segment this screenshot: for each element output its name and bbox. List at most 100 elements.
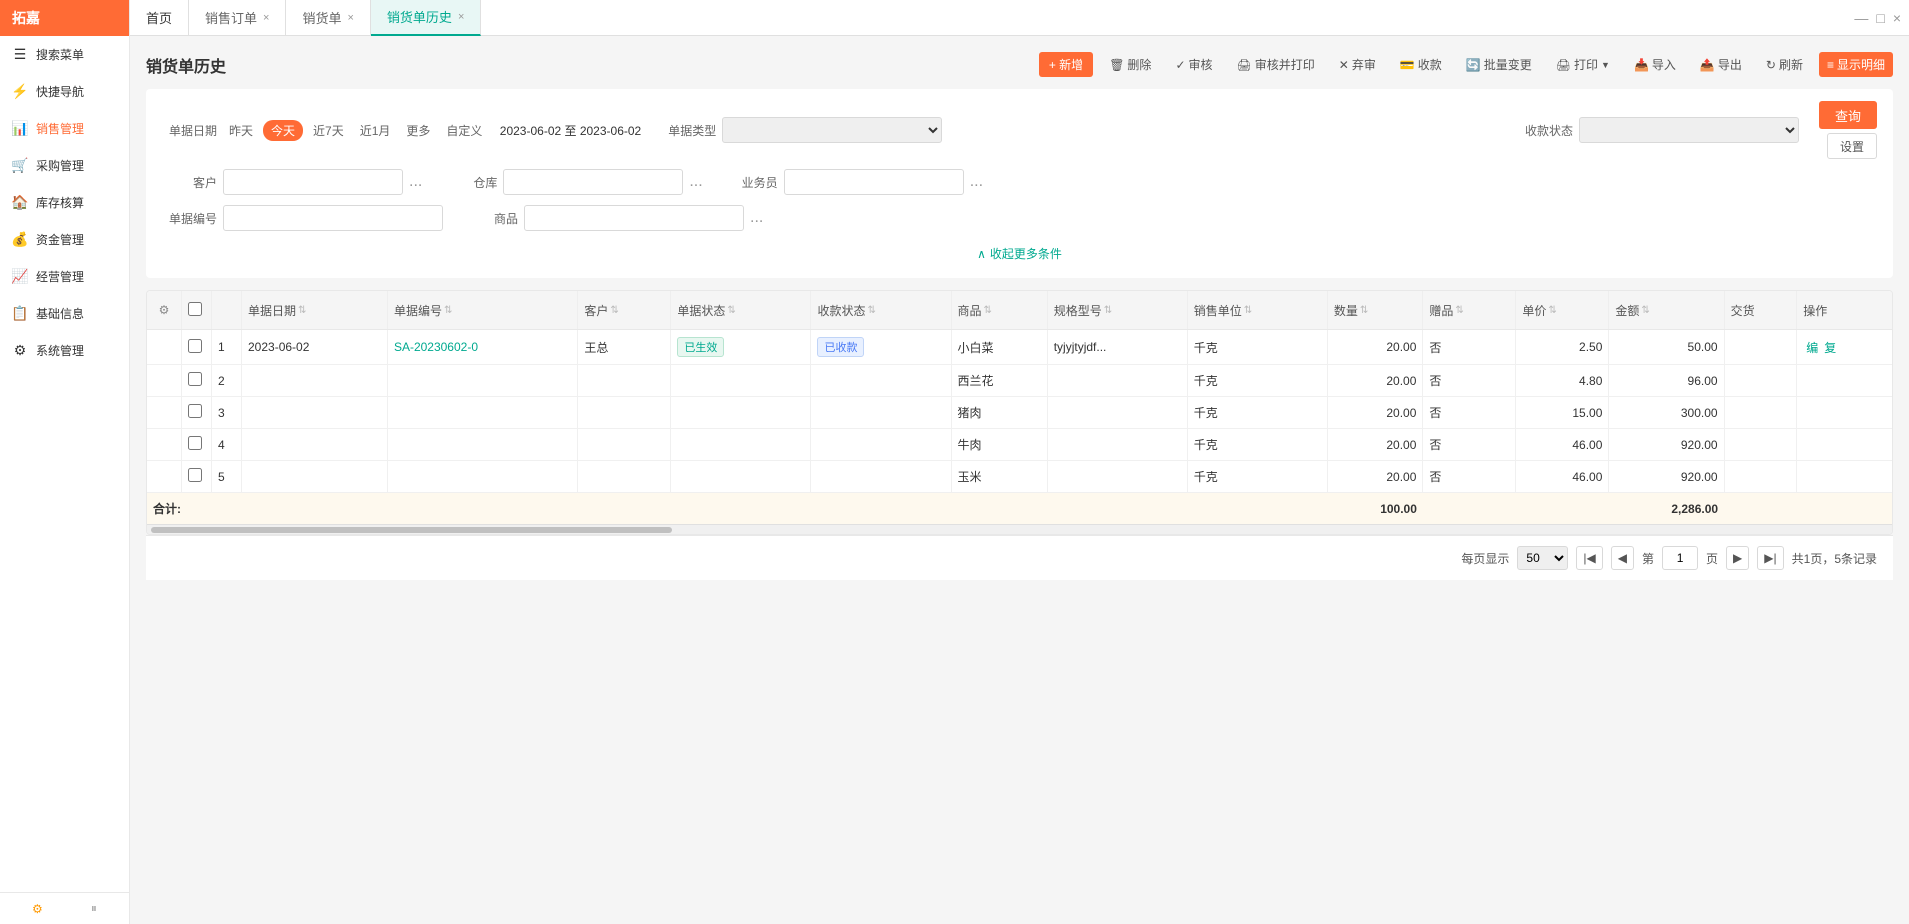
next-page-button[interactable]: ▶ [1726,546,1749,570]
col-unit-price[interactable]: 单价 ⇅ [1516,291,1609,330]
col-doc-date[interactable]: 单据日期 ⇅ [242,291,388,330]
doc-date-sort[interactable]: 单据日期 ⇅ [248,302,381,319]
doc-type-select[interactable] [722,117,942,143]
row-checkbox[interactable] [188,468,202,482]
tab-sales-goods-close[interactable]: × [347,12,353,24]
unit-price-sort[interactable]: 单价 ⇅ [1522,302,1602,319]
date-btn-yesterday[interactable]: 昨天 [223,120,259,141]
tab-home[interactable]: 首页 [130,0,189,36]
sidebar-item-fund-mgmt[interactable]: 💰 资金管理 [0,221,129,258]
warehouse-input[interactable] [503,169,683,195]
table-settings-icon[interactable]: ⚙ [153,299,175,321]
set-button[interactable]: 设置 [1827,133,1877,159]
col-sales-unit[interactable]: 销售单位 ⇅ [1187,291,1327,330]
spec-type-sort[interactable]: 规格型号 ⇅ [1054,302,1181,319]
row-checkbox[interactable] [188,404,202,418]
customer-input[interactable] [223,169,403,195]
col-spec-type[interactable]: 规格型号 ⇅ [1047,291,1187,330]
sidebar-item-sys-mgmt[interactable]: ⚙ 系统管理 [0,332,129,369]
tab-sales-goods[interactable]: 销货单 × [286,0,370,36]
show-detail-button[interactable]: ≡ 显示明细 [1819,52,1893,77]
date-btn-more[interactable]: 更多 [400,120,436,141]
abandon-button[interactable]: ✕ 弃审 [1331,52,1384,77]
goods-dots[interactable]: ... [750,210,763,226]
last-page-button[interactable]: ▶| [1757,546,1783,570]
copy-action-btn[interactable]: 复 [1824,341,1836,355]
col-checkbox [182,291,212,330]
select-all-checkbox[interactable] [188,302,202,316]
scroll-bar-area[interactable] [147,524,1892,534]
col-gift[interactable]: 赠品 ⇅ [1423,291,1516,330]
collect-status-sort[interactable]: 收款状态 ⇅ [817,302,944,319]
export-button[interactable]: 📤 导出 [1692,52,1750,77]
goods-input[interactable] [524,205,744,231]
sidebar-item-purchase-mgmt[interactable]: 🛒 采购管理 [0,147,129,184]
footer-total-amount: 2,286.00 [1609,493,1724,525]
col-qty[interactable]: 数量 ⇅ [1327,291,1423,330]
import-button[interactable]: 📥 导入 [1626,52,1684,77]
sidebar-item-biz-mgmt[interactable]: 📈 经营管理 [0,258,129,295]
col-collect-status[interactable]: 收款状态 ⇅ [811,291,951,330]
sidebar-item-sales-mgmt[interactable]: 📊 销售管理 [0,110,129,147]
goods-sort[interactable]: 商品 ⇅ [958,302,1041,319]
doc-no-input[interactable] [223,205,443,231]
tab-sales-history[interactable]: 销货单历史 × [371,0,481,36]
date-btn-1month[interactable]: 近1月 [354,120,397,141]
audit-button[interactable]: ✓ 审核 [1167,52,1220,77]
sidebar-item-basic-info[interactable]: 📋 基础信息 [0,295,129,332]
customer-dots[interactable]: ... [409,174,422,190]
delete-button[interactable]: 🗑 删除 [1101,52,1159,77]
refresh-button[interactable]: ↻ 刷新 [1758,52,1811,77]
query-button[interactable]: 查询 [1819,101,1877,129]
col-doc-no[interactable]: 单据编号 ⇅ [387,291,577,330]
table-row: 4 牛肉 千克 20.00 否 46.00 920.00 [147,429,1892,461]
first-page-button[interactable]: |◀ [1576,546,1602,570]
tab-sales-order[interactable]: 销售订单 × [189,0,286,36]
row-checkbox[interactable] [188,339,202,353]
row-checkbox[interactable] [188,372,202,386]
page-size-select[interactable]: 10 20 50 100 [1517,546,1568,570]
sidebar-item-inventory-calc[interactable]: 🏠 库存核算 [0,184,129,221]
gift-sort[interactable]: 赠品 ⇅ [1429,302,1509,319]
new-button[interactable]: + 新增 [1039,52,1093,77]
col-goods[interactable]: 商品 ⇅ [951,291,1047,330]
date-btn-today[interactable]: 今天 [263,120,303,141]
settings-icon[interactable]: ⚙ [32,902,43,916]
date-btn-custom[interactable]: 自定义 [440,120,488,141]
col-customer[interactable]: 客户 ⇅ [578,291,671,330]
minimize-icon[interactable]: — [1854,10,1868,26]
prev-page-button[interactable]: ◀ [1611,546,1634,570]
doc-status-sort[interactable]: 单据状态 ⇅ [677,302,804,319]
print-button[interactable]: 🖨 打印 ▼ [1548,52,1618,77]
col-settings[interactable]: ⚙ [147,291,182,330]
close-window-icon[interactable]: × [1893,10,1901,26]
customer-sort[interactable]: 客户 ⇅ [584,302,664,319]
date-btn-7days[interactable]: 近7天 [307,120,350,141]
batch-change-button[interactable]: 🔄 批量变更 [1458,52,1540,77]
page-number-input[interactable] [1662,546,1698,570]
col-doc-status[interactable]: 单据状态 ⇅ [671,291,811,330]
sidebar-item-search-menu[interactable]: ☰ 搜索菜单 [0,36,129,73]
sidebar-bottom-actions[interactable]: ⚙ ⏸ [0,893,129,924]
date-range-area: 昨天 今天 近7天 近1月 更多 自定义 2023-06-02 至 2023-0… [223,120,641,141]
audit-print-button[interactable]: 🖨 审核并打印 [1229,52,1323,77]
collapse-button[interactable]: ∧ 收起更多条件 [162,241,1877,266]
collect-button[interactable]: 💳 收款 [1392,52,1450,77]
tab-sales-history-close[interactable]: × [458,11,464,23]
salesperson-dots[interactable]: ... [970,174,983,190]
tab-sales-order-close[interactable]: × [263,12,269,24]
row-checkbox[interactable] [188,436,202,450]
edit-action-btn[interactable]: 编 [1806,341,1818,355]
doc-no-sort[interactable]: 单据编号 ⇅ [394,302,571,319]
qty-sort[interactable]: 数量 ⇅ [1334,302,1417,319]
collect-status-select[interactable] [1579,117,1799,143]
salesperson-input[interactable] [784,169,964,195]
doc-no-link[interactable]: SA-20230602-0 [394,340,478,354]
maximize-icon[interactable]: □ [1876,10,1884,26]
warehouse-dots[interactable]: ... [689,174,702,190]
sidebar-item-quick-nav[interactable]: ⚡ 快捷导航 [0,73,129,110]
sales-unit-sort[interactable]: 销售单位 ⇅ [1194,302,1321,319]
amount-sort[interactable]: 金额 ⇅ [1615,302,1717,319]
pause-icon[interactable]: ⏸ [91,901,97,916]
col-amount[interactable]: 金额 ⇅ [1609,291,1724,330]
